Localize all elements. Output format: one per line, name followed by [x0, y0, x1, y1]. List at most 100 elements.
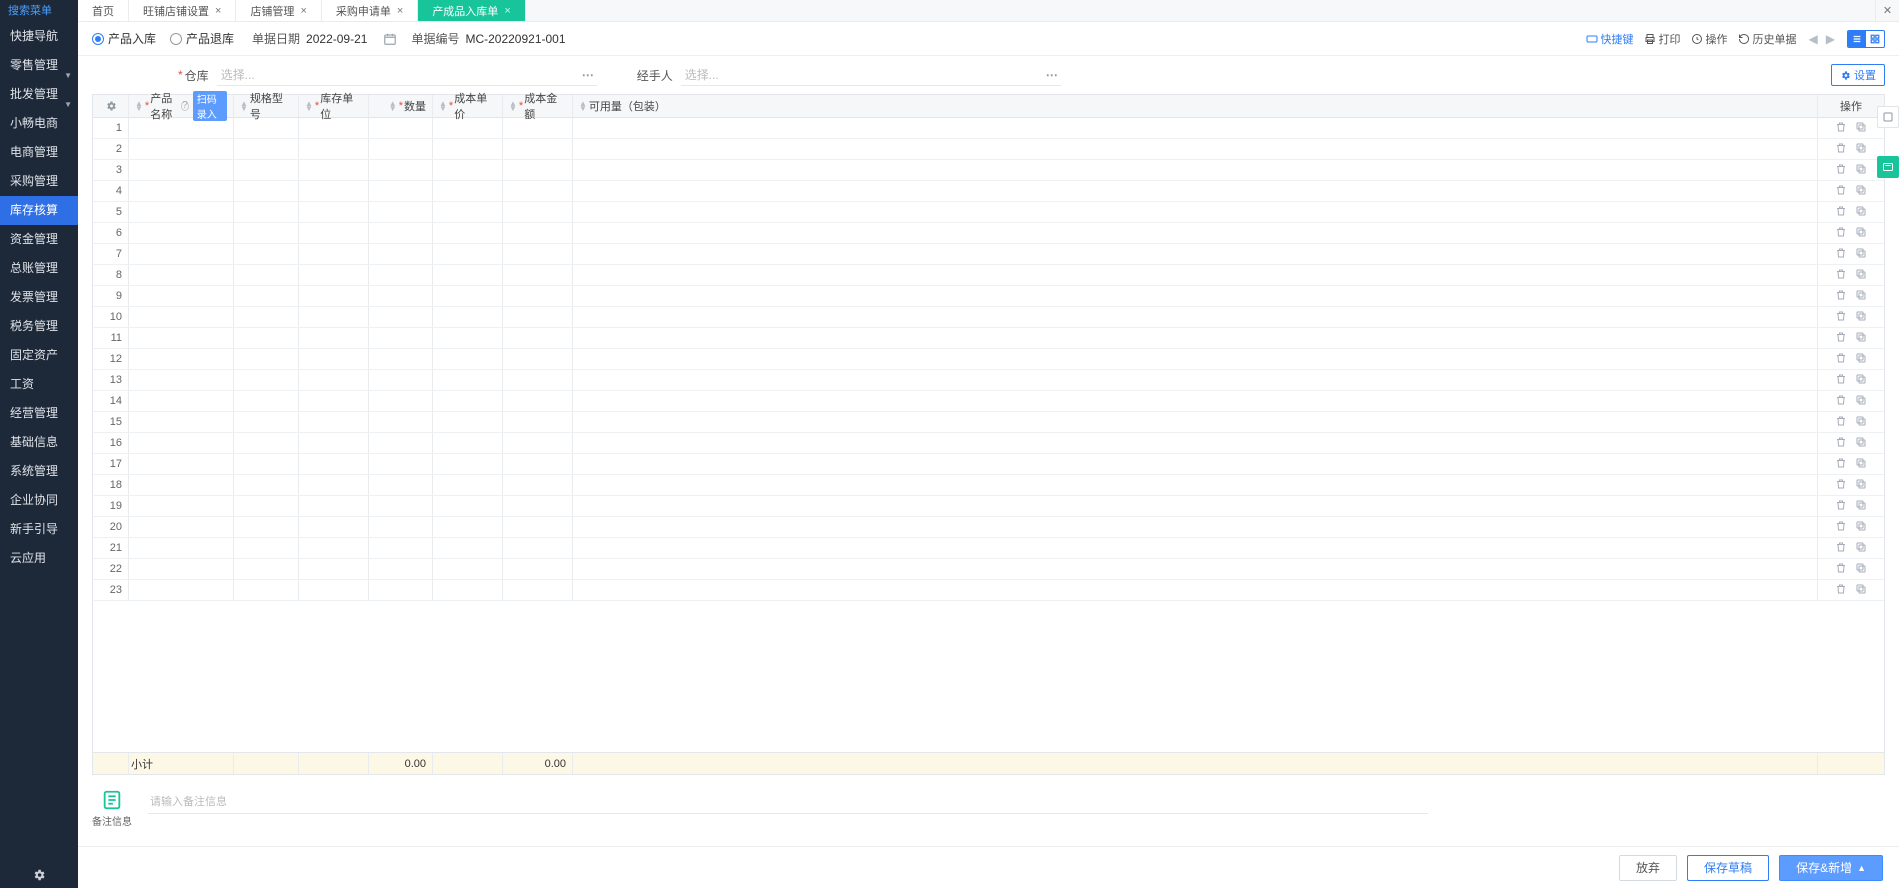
sidebar-item[interactable]: 经营管理 — [0, 399, 78, 428]
sidebar-item[interactable]: 发票管理 — [0, 283, 78, 312]
copy-icon[interactable] — [1855, 457, 1867, 472]
copy-icon[interactable] — [1855, 562, 1867, 577]
tab[interactable]: 采购申请单× — [322, 0, 418, 21]
copy-icon[interactable] — [1855, 331, 1867, 346]
print-link[interactable]: 打印 — [1644, 31, 1681, 47]
delete-icon[interactable] — [1835, 583, 1847, 598]
table-row[interactable]: 18 — [93, 475, 1884, 496]
ops-link[interactable]: 操作 — [1691, 31, 1728, 47]
sidebar-item[interactable]: 系统管理 — [0, 457, 78, 486]
table-row[interactable]: 20 — [93, 517, 1884, 538]
radio-product-in[interactable]: 产品入库 — [92, 30, 156, 47]
copy-icon[interactable] — [1855, 121, 1867, 136]
sidebar-item[interactable]: 快捷导航 — [0, 22, 78, 51]
table-row[interactable]: 9 — [93, 286, 1884, 307]
calendar-icon[interactable] — [383, 32, 397, 46]
delete-icon[interactable] — [1835, 478, 1847, 493]
sidebar-item[interactable]: 电商管理 — [0, 138, 78, 167]
sidebar-item[interactable]: 固定资产 — [0, 341, 78, 370]
close-icon[interactable]: × — [215, 5, 221, 17]
table-row[interactable]: 11 — [93, 328, 1884, 349]
col-price[interactable]: ▲▼ * 成本单价 — [433, 95, 503, 117]
sidebar-item[interactable]: 企业协同 — [0, 486, 78, 515]
table-row[interactable]: 14 — [93, 391, 1884, 412]
warehouse-select[interactable]: 选择... ⋯ — [217, 64, 597, 86]
delete-icon[interactable] — [1835, 205, 1847, 220]
table-row[interactable]: 16 — [93, 433, 1884, 454]
shortcut-link[interactable]: 快捷键 — [1586, 31, 1634, 47]
dock-item-2[interactable] — [1877, 156, 1899, 178]
save-new-button[interactable]: 保存&新增 ▲ — [1779, 855, 1883, 881]
copy-icon[interactable] — [1855, 394, 1867, 409]
table-row[interactable]: 15 — [93, 412, 1884, 433]
delete-icon[interactable] — [1835, 541, 1847, 556]
sidebar-item[interactable]: 零售管理▼ — [0, 51, 78, 80]
table-row[interactable]: 2 — [93, 139, 1884, 160]
tab[interactable]: 店铺管理× — [236, 0, 321, 21]
delete-icon[interactable] — [1835, 499, 1847, 514]
delete-icon[interactable] — [1835, 268, 1847, 283]
sort-icon[interactable]: ▲▼ — [135, 101, 143, 111]
delete-icon[interactable] — [1835, 184, 1847, 199]
delete-icon[interactable] — [1835, 415, 1847, 430]
col-amount[interactable]: ▲▼ * 成本金额 — [503, 95, 573, 117]
col-product-name[interactable]: ▲▼ * 产品名称 ? 扫码录入 — [129, 95, 234, 117]
table-row[interactable]: 21 — [93, 538, 1884, 559]
settings-button[interactable]: 设置 — [1831, 64, 1885, 86]
delete-icon[interactable] — [1835, 394, 1847, 409]
close-all-icon[interactable]: ✕ — [1875, 0, 1899, 21]
table-row[interactable]: 5 — [93, 202, 1884, 223]
table-row[interactable]: 3 — [93, 160, 1884, 181]
copy-icon[interactable] — [1855, 373, 1867, 388]
copy-icon[interactable] — [1855, 247, 1867, 262]
close-icon[interactable]: × — [504, 5, 510, 17]
copy-icon[interactable] — [1855, 205, 1867, 220]
search-menu[interactable]: 搜索菜单 — [0, 0, 78, 22]
copy-icon[interactable] — [1855, 499, 1867, 514]
gear-column-icon[interactable] — [93, 95, 129, 117]
copy-icon[interactable] — [1855, 163, 1867, 178]
tab[interactable]: 旺铺店铺设置× — [129, 0, 236, 21]
table-row[interactable]: 1 — [93, 118, 1884, 139]
scan-badge[interactable]: 扫码录入 — [193, 91, 227, 121]
page-prev-icon[interactable]: ◀ — [1807, 32, 1820, 46]
table-row[interactable]: 8 — [93, 265, 1884, 286]
col-spec[interactable]: ▲▼ 规格型号 — [234, 95, 299, 117]
sidebar-item[interactable]: 新手引导 — [0, 515, 78, 544]
sort-icon[interactable]: ▲▼ — [579, 101, 587, 111]
copy-icon[interactable] — [1855, 415, 1867, 430]
delete-icon[interactable] — [1835, 142, 1847, 157]
history-link[interactable]: 历史单据 — [1738, 31, 1797, 47]
handler-select[interactable]: 选择... ⋯ — [681, 64, 1061, 86]
tab[interactable]: 产成品入库单× — [418, 0, 525, 21]
sidebar-item[interactable]: 工资 — [0, 370, 78, 399]
remark-input[interactable]: 请输入备注信息 — [148, 789, 1428, 814]
delete-icon[interactable] — [1835, 520, 1847, 535]
col-avail[interactable]: ▲▼ 可用量（包装） — [573, 95, 1818, 117]
copy-icon[interactable] — [1855, 583, 1867, 598]
help-icon[interactable]: ? — [181, 101, 189, 111]
copy-icon[interactable] — [1855, 520, 1867, 535]
doc-date-value[interactable]: 2022-09-21 — [306, 32, 367, 46]
copy-icon[interactable] — [1855, 289, 1867, 304]
delete-icon[interactable] — [1835, 247, 1847, 262]
view-grid-icon[interactable] — [1866, 31, 1884, 47]
sort-icon[interactable]: ▲▼ — [439, 101, 447, 111]
delete-icon[interactable] — [1835, 457, 1847, 472]
sidebar-item[interactable]: 总账管理 — [0, 254, 78, 283]
copy-icon[interactable] — [1855, 436, 1867, 451]
col-unit[interactable]: ▲▼ * 库存单位 — [299, 95, 369, 117]
sort-icon[interactable]: ▲▼ — [389, 101, 397, 111]
sidebar-item[interactable]: 基础信息 — [0, 428, 78, 457]
table-row[interactable]: 7 — [93, 244, 1884, 265]
delete-icon[interactable] — [1835, 289, 1847, 304]
copy-icon[interactable] — [1855, 184, 1867, 199]
delete-icon[interactable] — [1835, 373, 1847, 388]
sidebar-item[interactable]: 小畅电商 — [0, 109, 78, 138]
sidebar-item[interactable]: 税务管理 — [0, 312, 78, 341]
table-row[interactable]: 13 — [93, 370, 1884, 391]
table-row[interactable]: 12 — [93, 349, 1884, 370]
page-next-icon[interactable]: ▶ — [1824, 32, 1837, 46]
col-qty[interactable]: ▲▼ * 数量 — [369, 95, 433, 117]
sidebar-item[interactable]: 云应用 — [0, 544, 78, 573]
